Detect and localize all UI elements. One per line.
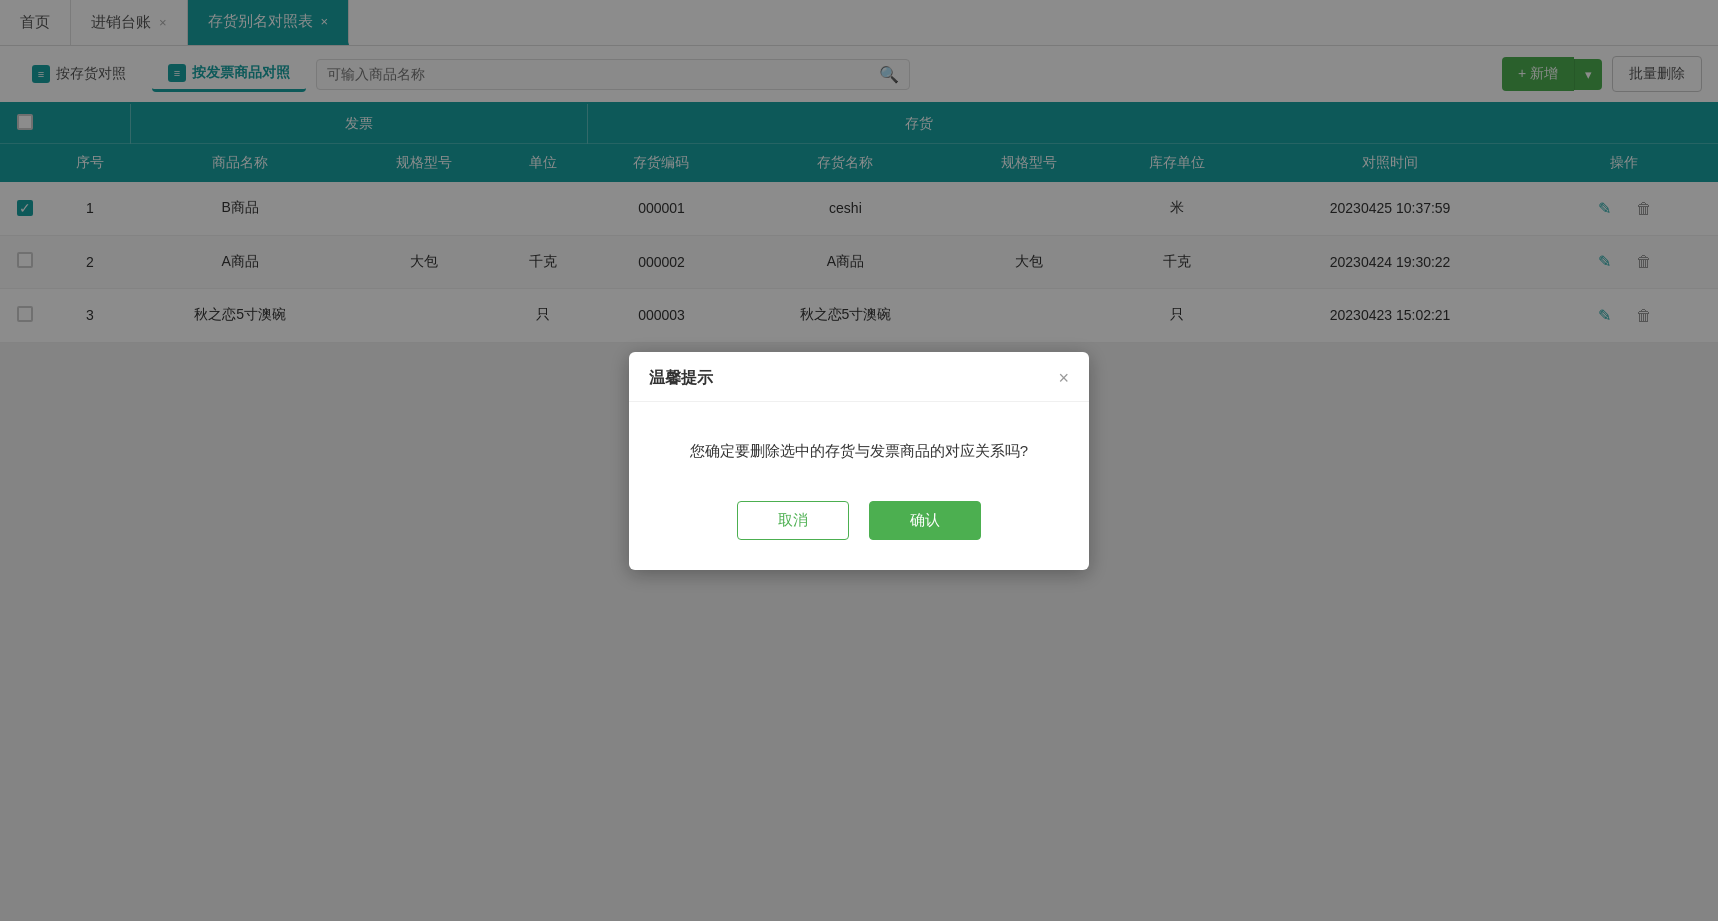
dialog-message: 您确定要删除选中的存货与发票商品的对应关系吗? (690, 442, 1028, 459)
dialog: 温馨提示 × 您确定要删除选中的存货与发票商品的对应关系吗? 取消 确认 (629, 352, 1089, 570)
dialog-close-button[interactable]: × (1058, 369, 1069, 387)
dialog-body: 您确定要删除选中的存货与发票商品的对应关系吗? (629, 402, 1089, 491)
dialog-footer: 取消 确认 (629, 491, 1089, 570)
dialog-confirm-button[interactable]: 确认 (869, 501, 981, 540)
dialog-title: 温馨提示 (649, 368, 713, 389)
dialog-cancel-label: 取消 (778, 511, 808, 528)
dialog-header: 温馨提示 × (629, 352, 1089, 402)
dialog-confirm-label: 确认 (910, 511, 940, 528)
dialog-cancel-button[interactable]: 取消 (737, 501, 849, 540)
dialog-overlay: 温馨提示 × 您确定要删除选中的存货与发票商品的对应关系吗? 取消 确认 (0, 0, 1718, 921)
